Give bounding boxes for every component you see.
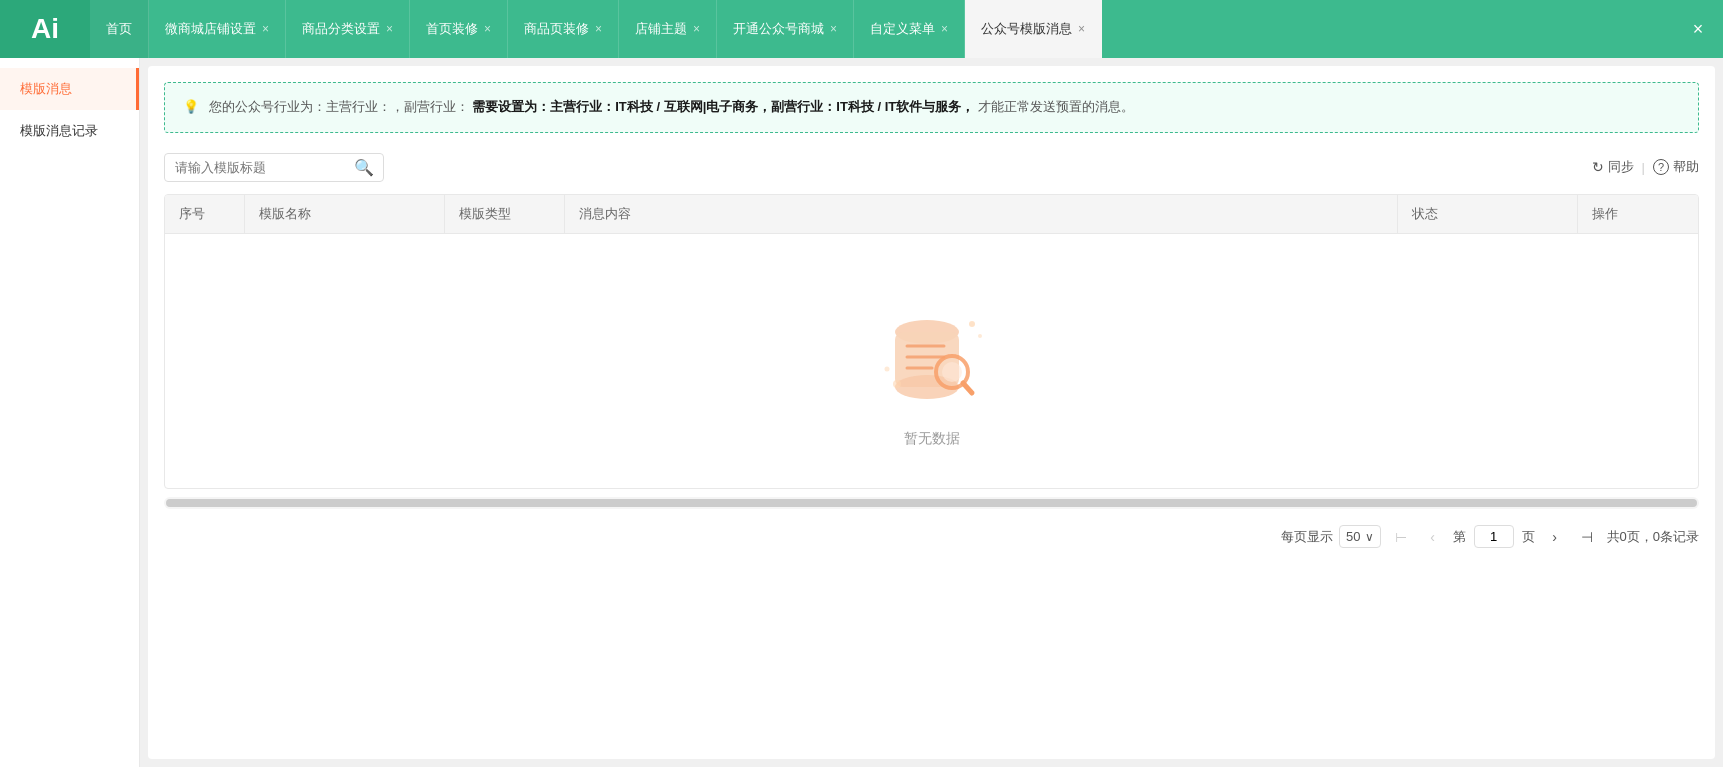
table: 序号模版名称模版类型消息内容状态操作 [164, 194, 1699, 489]
help-label: 帮助 [1673, 158, 1699, 176]
nav-tab-8[interactable]: 公众号模版消息 × [965, 0, 1102, 58]
tab-close-button-8[interactable]: × [1078, 22, 1085, 36]
nav-tab-5[interactable]: 店铺主题 × [619, 0, 717, 58]
nav-tab-3[interactable]: 首页装修 × [410, 0, 508, 58]
nav-tab-2[interactable]: 商品分类设置 × [286, 0, 410, 58]
last-page-button[interactable]: ⊣ [1575, 525, 1599, 549]
table-column-3: 消息内容 [565, 195, 1398, 233]
search-input-wrap: 🔍 [164, 153, 384, 182]
table-column-0: 序号 [165, 195, 245, 233]
tab-close-button-1[interactable]: × [262, 22, 269, 36]
per-page-value: 50 [1346, 529, 1360, 544]
main-layout: 模版消息模版消息记录 💡 您的公众号行业为：主营行业：，副营行业： 需要设置为：… [0, 58, 1723, 767]
notice-box: 💡 您的公众号行业为：主营行业：，副营行业： 需要设置为：主营行业：IT科技 /… [164, 82, 1699, 133]
page-unit: 页 [1522, 528, 1535, 546]
search-left: 🔍 [164, 153, 384, 182]
nav-tab-6[interactable]: 开通公众号商城 × [717, 0, 854, 58]
empty-illustration [872, 294, 992, 414]
per-page-label: 每页显示 [1281, 528, 1333, 546]
logo-text: Ai [31, 13, 59, 45]
sync-button[interactable]: ↻ 同步 [1592, 158, 1634, 176]
pagination: 每页显示 50 ∨ ⊢ ‹ 第 页 › ⊣ 共0页，0条记录 [164, 517, 1699, 557]
svg-point-11 [893, 380, 901, 388]
notice-prefix: 您的公众号行业为：主营行业：，副营行业： [209, 99, 469, 114]
sidebar: 模版消息模版消息记录 [0, 58, 140, 767]
table-column-5: 操作 [1578, 195, 1698, 233]
tab-close-button-2[interactable]: × [386, 22, 393, 36]
sidebar-item-0[interactable]: 模版消息 [0, 68, 139, 110]
svg-line-8 [963, 383, 972, 393]
logo: Ai [0, 0, 90, 58]
table-column-2: 模版类型 [445, 195, 565, 233]
notice-highlight: 需要设置为：主营行业：IT科技 / 互联网|电子商务，副营行业：IT科技 / I… [472, 99, 974, 114]
tab-close-button-3[interactable]: × [484, 22, 491, 36]
notice-icon: 💡 [183, 99, 199, 114]
scrollbar-thumb[interactable] [166, 499, 1697, 507]
search-right: ↻ 同步 | ? 帮助 [1592, 158, 1699, 176]
sync-label: 同步 [1608, 158, 1634, 176]
close-all-button[interactable]: × [1673, 19, 1723, 40]
nav-tabs: 首页微商城店铺设置 ×商品分类设置 ×首页装修 ×商品页装修 ×店铺主题 ×开通… [90, 0, 1673, 58]
page-total: 共0页，0条记录 [1607, 528, 1699, 546]
scrollbar-area[interactable] [164, 497, 1699, 509]
next-page-button[interactable]: › [1543, 525, 1567, 549]
top-nav: Ai 首页微商城店铺设置 ×商品分类设置 ×首页装修 ×商品页装修 ×店铺主题 … [0, 0, 1723, 58]
search-icon[interactable]: 🔍 [354, 158, 374, 177]
notice-suffix: 才能正常发送预置的消息。 [978, 99, 1134, 114]
nav-tab-1[interactable]: 微商城店铺设置 × [149, 0, 286, 58]
divider: | [1642, 160, 1645, 175]
tab-close-button-4[interactable]: × [595, 22, 602, 36]
per-page-chevron-icon: ∨ [1365, 530, 1374, 544]
per-page-wrap: 每页显示 50 ∨ [1281, 525, 1380, 548]
help-icon: ? [1653, 159, 1669, 175]
table-header: 序号模版名称模版类型消息内容状态操作 [165, 195, 1698, 234]
search-bar: 🔍 ↻ 同步 | ? 帮助 [164, 153, 1699, 182]
page-input[interactable] [1474, 525, 1514, 548]
content-area: 💡 您的公众号行业为：主营行业：，副营行业： 需要设置为：主营行业：IT科技 /… [148, 66, 1715, 759]
table-column-1: 模版名称 [245, 195, 445, 233]
table-column-4: 状态 [1398, 195, 1578, 233]
tab-close-button-6[interactable]: × [830, 22, 837, 36]
tab-close-button-5[interactable]: × [693, 22, 700, 36]
empty-text: 暂无数据 [904, 430, 960, 448]
sidebar-item-1[interactable]: 模版消息记录 [0, 110, 139, 152]
nav-tab-4[interactable]: 商品页装修 × [508, 0, 619, 58]
svg-point-10 [978, 334, 982, 338]
page-label: 第 [1453, 528, 1466, 546]
svg-point-7 [942, 362, 962, 382]
help-button[interactable]: ? 帮助 [1653, 158, 1699, 176]
prev-page-button[interactable]: ‹ [1421, 525, 1445, 549]
search-input[interactable] [164, 153, 384, 182]
svg-point-9 [969, 321, 975, 327]
nav-tab-0[interactable]: 首页 [90, 0, 149, 58]
nav-tab-7[interactable]: 自定义菜单 × [854, 0, 965, 58]
tab-close-button-7[interactable]: × [941, 22, 948, 36]
per-page-select[interactable]: 50 ∨ [1339, 525, 1380, 548]
svg-point-12 [884, 366, 889, 371]
sync-icon: ↻ [1592, 159, 1604, 175]
empty-state: 暂无数据 [165, 234, 1698, 488]
first-page-button[interactable]: ⊢ [1389, 525, 1413, 549]
